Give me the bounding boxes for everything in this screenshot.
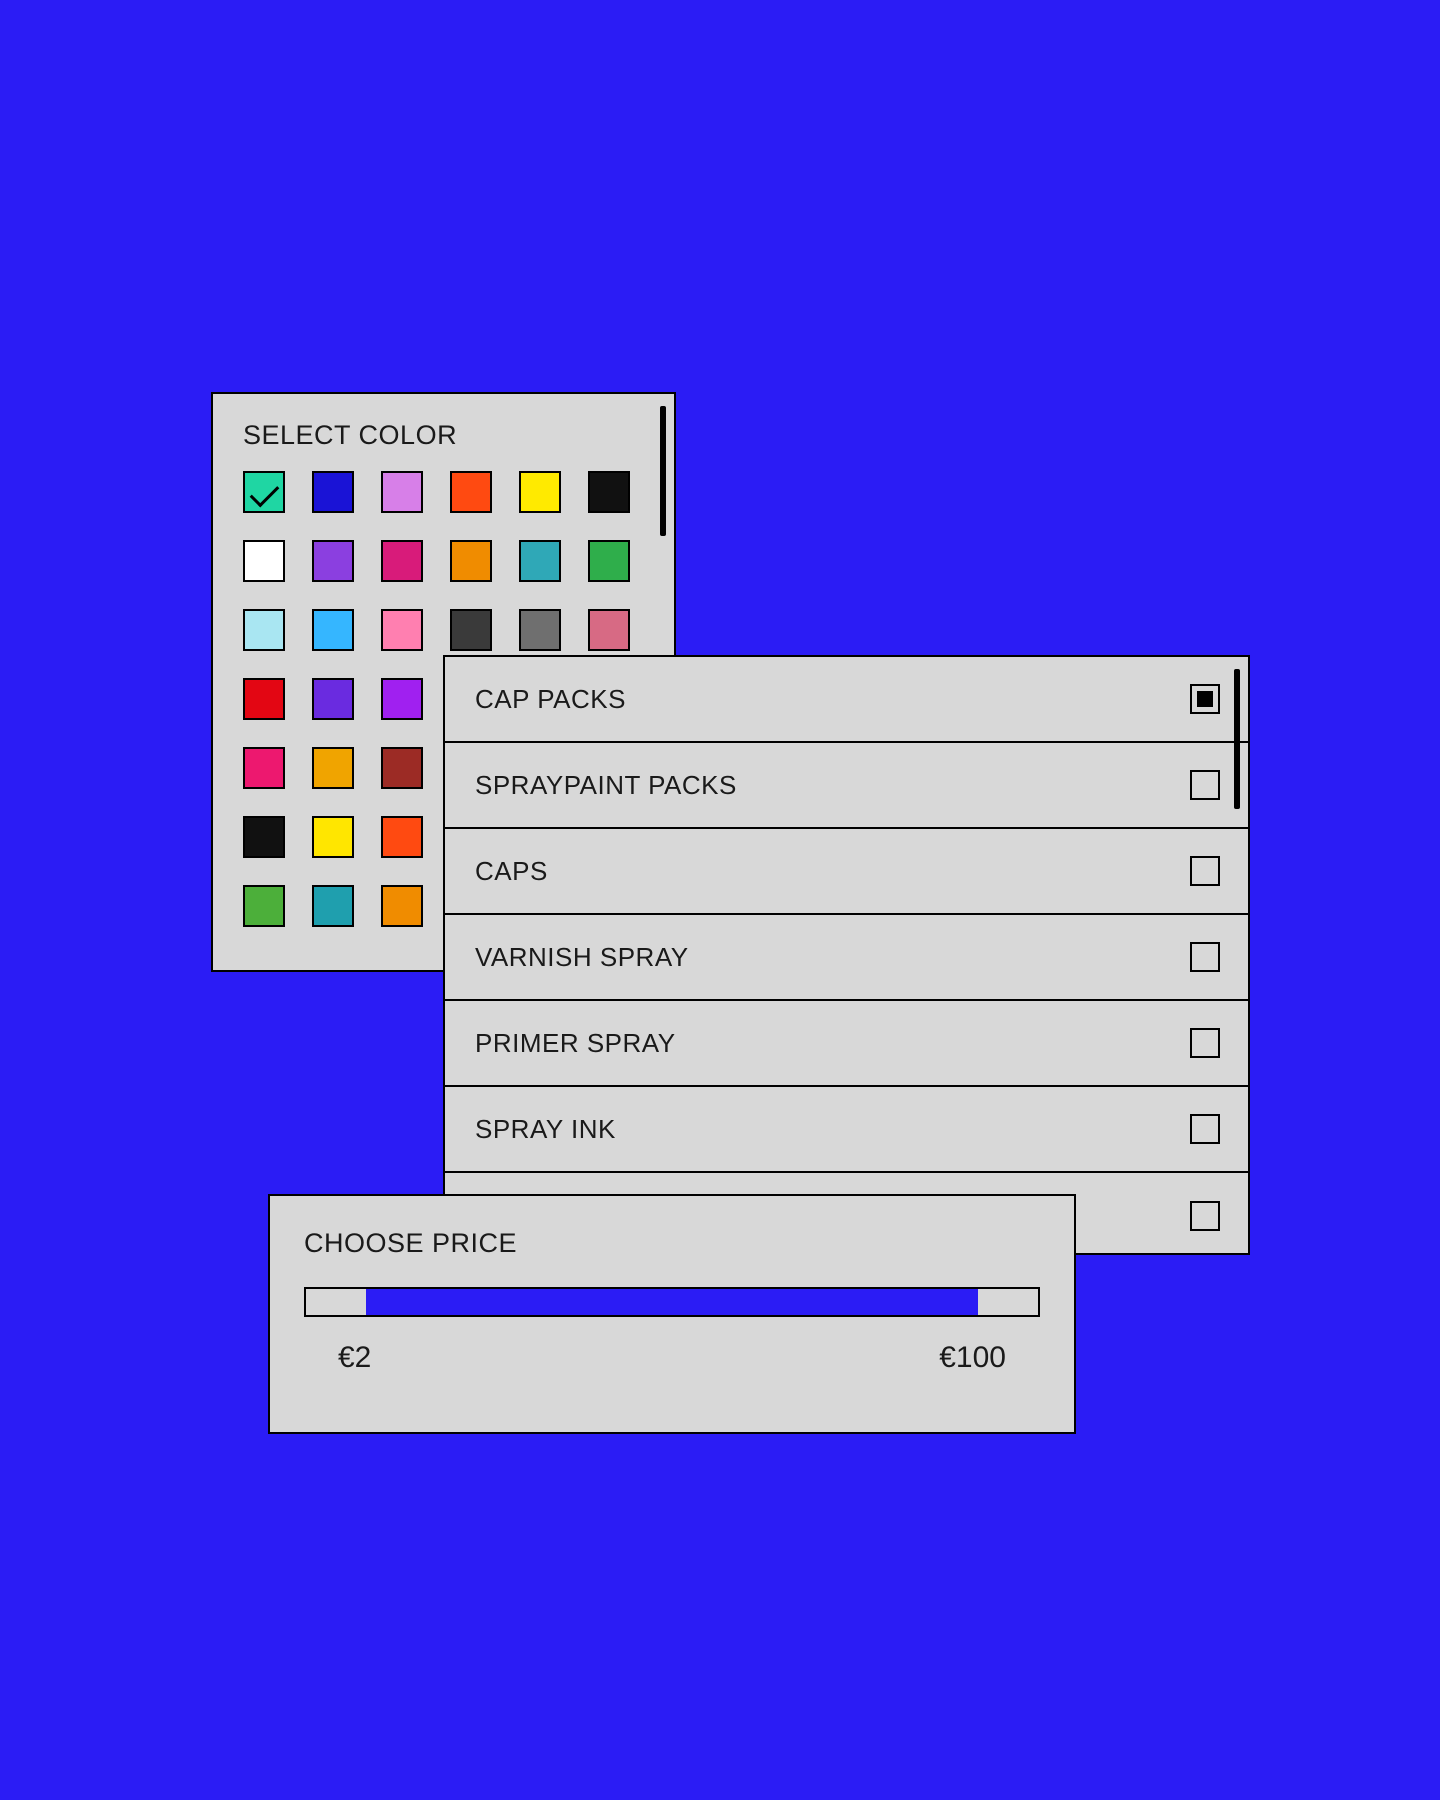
color-swatch[interactable]: [381, 816, 423, 858]
color-swatch[interactable]: [243, 816, 285, 858]
color-swatch[interactable]: [588, 471, 630, 513]
color-swatch[interactable]: [243, 471, 285, 513]
category-checkbox[interactable]: [1190, 1201, 1220, 1231]
category-checkbox[interactable]: [1190, 770, 1220, 800]
color-swatch[interactable]: [243, 678, 285, 720]
category-panel-scrollbar[interactable]: [1234, 669, 1240, 809]
category-row[interactable]: SPRAYPAINT PACKS: [445, 743, 1248, 829]
color-swatch[interactable]: [450, 609, 492, 651]
color-swatch[interactable]: [381, 609, 423, 651]
category-checkbox[interactable]: [1190, 856, 1220, 886]
category-label: PRIMER SPRAY: [475, 1028, 676, 1059]
category-checkbox[interactable]: [1190, 1028, 1220, 1058]
category-row[interactable]: VARNISH SPRAY: [445, 915, 1248, 1001]
color-panel-scrollbar[interactable]: [660, 406, 666, 536]
color-swatch[interactable]: [243, 885, 285, 927]
category-label: CAP PACKS: [475, 684, 626, 715]
category-label: CAPS: [475, 856, 548, 887]
price-max-label: €100: [939, 1341, 1006, 1375]
category-panel: CAP PACKS SPRAYPAINT PACKS CAPS VARNISH SPR…: [443, 655, 1250, 1255]
color-swatch[interactable]: [588, 540, 630, 582]
price-panel: CHOOSE PRICE €2 €100: [268, 1194, 1076, 1434]
category-checkbox[interactable]: [1190, 684, 1220, 714]
color-swatch[interactable]: [243, 609, 285, 651]
color-swatch[interactable]: [450, 471, 492, 513]
color-swatch[interactable]: [312, 540, 354, 582]
color-swatch[interactable]: [450, 540, 492, 582]
select-color-title: SELECT COLOR: [243, 420, 644, 451]
color-swatch[interactable]: [312, 609, 354, 651]
price-labels: €2 €100: [304, 1341, 1040, 1375]
color-swatch[interactable]: [381, 471, 423, 513]
category-row[interactable]: CAP PACKS: [445, 657, 1248, 743]
price-slider-fill: [366, 1289, 978, 1315]
color-swatch[interactable]: [381, 885, 423, 927]
color-swatch[interactable]: [381, 747, 423, 789]
color-swatch[interactable]: [381, 540, 423, 582]
color-swatch[interactable]: [312, 747, 354, 789]
price-title: CHOOSE PRICE: [304, 1228, 1040, 1259]
color-swatch[interactable]: [312, 816, 354, 858]
color-swatch[interactable]: [312, 471, 354, 513]
color-swatch[interactable]: [243, 747, 285, 789]
category-row[interactable]: SPRAY INK: [445, 1087, 1248, 1173]
category-checkbox[interactable]: [1190, 1114, 1220, 1144]
category-row[interactable]: PRIMER SPRAY: [445, 1001, 1248, 1087]
color-swatch[interactable]: [243, 540, 285, 582]
color-swatch[interactable]: [312, 678, 354, 720]
category-row[interactable]: CAPS: [445, 829, 1248, 915]
color-swatch[interactable]: [588, 609, 630, 651]
color-swatch[interactable]: [519, 609, 561, 651]
price-slider[interactable]: [304, 1287, 1040, 1317]
category-label: SPRAY INK: [475, 1114, 616, 1145]
category-checkbox[interactable]: [1190, 942, 1220, 972]
color-swatch[interactable]: [312, 885, 354, 927]
category-label: VARNISH SPRAY: [475, 942, 689, 973]
price-min-label: €2: [338, 1341, 371, 1375]
category-label: SPRAYPAINT PACKS: [475, 770, 737, 801]
color-swatch[interactable]: [519, 471, 561, 513]
color-swatch[interactable]: [381, 678, 423, 720]
color-swatch[interactable]: [519, 540, 561, 582]
